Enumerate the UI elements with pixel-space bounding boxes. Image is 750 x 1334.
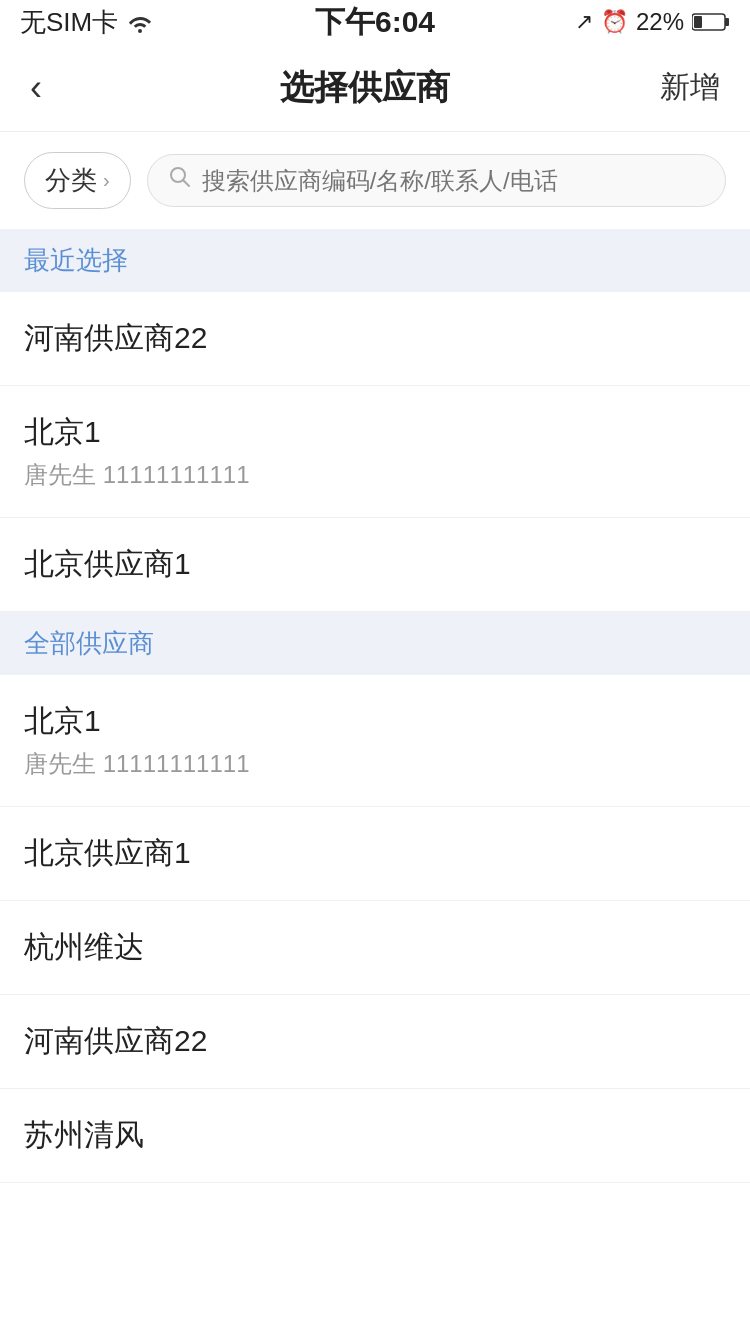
item-name: 河南供应商22 [24,318,726,359]
battery-label: 22% [636,8,684,36]
alarm-icon: ⏰ [601,9,628,35]
svg-line-4 [183,181,189,187]
list-item[interactable]: 苏州清风 [0,1089,750,1183]
battery-icon [692,12,730,32]
search-input[interactable] [202,167,705,195]
recent-section-label: 最近选择 [24,245,128,275]
item-name: 北京1 [24,412,726,453]
item-sub: 唐先生 11111111111 [24,459,726,491]
recent-section-header: 最近选择 [0,229,750,292]
all-section-label: 全部供应商 [24,628,154,658]
status-right: ↗ ⏰ 22% [575,8,730,36]
search-box[interactable] [147,154,726,207]
wifi-icon [126,11,154,33]
item-sub: 唐先生 11111111111 [24,748,726,780]
nav-title: 选择供应商 [280,65,450,111]
category-button[interactable]: 分类 › [24,152,131,209]
chevron-right-icon: › [103,169,110,192]
no-sim-label: 无SIM卡 [20,5,118,40]
nav-bar: ‹ 选择供应商 新增 [0,44,750,132]
item-name: 北京1 [24,701,726,742]
status-bar: 无SIM卡 下午6:04 ↗ ⏰ 22% [0,0,750,44]
category-label: 分类 [45,163,97,198]
item-name: 河南供应商22 [24,1021,726,1062]
list-item[interactable]: 河南供应商22 [0,292,750,386]
add-button[interactable]: 新增 [640,67,720,108]
list-item[interactable]: 北京1 唐先生 11111111111 [0,675,750,807]
list-item[interactable]: 北京供应商1 [0,518,750,612]
item-name: 苏州清风 [24,1115,726,1156]
back-button[interactable]: ‹ [30,67,90,109]
status-left: 无SIM卡 [20,5,154,40]
filter-row: 分类 › [0,132,750,229]
item-name: 杭州维达 [24,927,726,968]
recent-list: 河南供应商22 北京1 唐先生 11111111111 北京供应商1 [0,292,750,612]
item-name: 北京供应商1 [24,833,726,874]
list-item[interactable]: 河南供应商22 [0,995,750,1089]
svg-rect-1 [725,18,729,26]
all-list: 北京1 唐先生 11111111111 北京供应商1 杭州维达 河南供应商22 苏… [0,675,750,1183]
search-icon [168,165,192,196]
list-item[interactable]: 北京1 唐先生 11111111111 [0,386,750,518]
list-item[interactable]: 北京供应商1 [0,807,750,901]
location-icon: ↗ [575,9,593,35]
item-name: 北京供应商1 [24,544,726,585]
list-item[interactable]: 杭州维达 [0,901,750,995]
all-section-header: 全部供应商 [0,612,750,675]
svg-rect-2 [694,16,702,28]
status-time: 下午6:04 [315,2,435,43]
